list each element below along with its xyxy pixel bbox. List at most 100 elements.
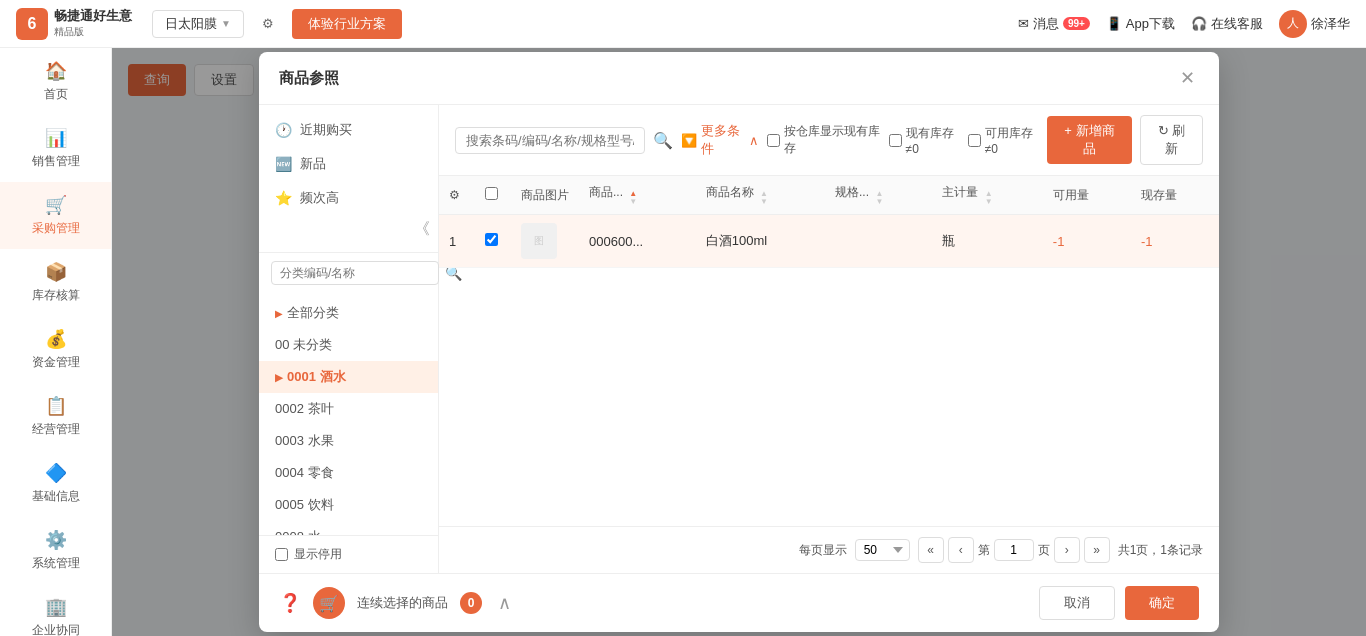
messages-button[interactable]: ✉ 消息 99+ (1018, 15, 1090, 33)
th-checkbox (475, 176, 511, 215)
category-all[interactable]: ▶ 全部分类 (259, 297, 438, 329)
star-icon: ⭐ (275, 190, 292, 206)
th-code[interactable]: 商品... ▲▼ (579, 176, 696, 215)
sidebar-item-basic[interactable]: 🔷 基础信息 (0, 450, 111, 517)
product-search-input[interactable] (455, 127, 645, 154)
category-0008[interactable]: 0008 水 (259, 521, 438, 535)
spec-sort-icon: ▲▼ (875, 190, 883, 206)
show-disabled-checkbox[interactable] (275, 548, 288, 561)
code-sort-icon: ▲▼ (629, 190, 637, 206)
first-page-button[interactable]: « (918, 537, 944, 563)
product-table-container: ⚙ 商品图片 (439, 176, 1219, 526)
enterprise-icon: 🏢 (45, 596, 67, 618)
user-profile[interactable]: 人 徐泽华 (1279, 10, 1350, 38)
usable-nonzero-checkbox-label[interactable]: 可用库存≠0 (968, 125, 1039, 156)
support-button[interactable]: 🎧 在线客服 (1191, 15, 1263, 33)
per-page-select[interactable]: 20 50 100 (855, 539, 910, 561)
product-search-icon[interactable]: 🔍 (653, 131, 673, 150)
sidebar-item-enterprise[interactable]: 🏢 企业协同 (0, 584, 111, 636)
store-selector[interactable]: 日太阳膜 ▼ (152, 10, 244, 38)
category-0001[interactable]: ▶ 0001 酒水 (259, 361, 438, 393)
user-avatar: 人 (1279, 10, 1307, 38)
cancel-button[interactable]: 取消 (1039, 586, 1115, 620)
last-page-button[interactable]: » (1084, 537, 1110, 563)
prev-page-button[interactable]: ‹ (948, 537, 974, 563)
modal-body: 🕐 近期购买 🆕 新品 ⭐ 频次高 《 (259, 105, 1219, 573)
add-product-button[interactable]: + 新增商品 (1047, 116, 1132, 164)
category-0001-expand-icon: ▶ (275, 372, 283, 383)
sidebar-item-home[interactable]: 🏠 首页 (0, 48, 111, 115)
sidebar-label-finance: 资金管理 (32, 354, 80, 371)
refresh-button[interactable]: ↻ 刷新 (1140, 115, 1203, 165)
warehouse-checkbox-label[interactable]: 按仓库显示现有库存 (767, 123, 881, 157)
category-0002[interactable]: 0002 茶叶 (259, 393, 438, 425)
cart-button[interactable]: 🛒 (313, 587, 345, 619)
category-00[interactable]: 00 未分类 (259, 329, 438, 361)
sidebar-label-inventory: 库存核算 (32, 287, 80, 304)
row-name: 白酒100ml (696, 215, 825, 268)
more-filter-button[interactable]: 🔽 更多条件 ∧ (681, 122, 759, 158)
th-name[interactable]: 商品名称 ▲▼ (696, 176, 825, 215)
total-info: 共1页，1条记录 (1118, 542, 1203, 559)
nav-recent[interactable]: 🕐 近期购买 (259, 113, 438, 147)
exp-button[interactable]: 体验行业方案 (292, 9, 402, 39)
sidebar-item-system[interactable]: ⚙️ 系统管理 (0, 517, 111, 584)
sidebar-label-home: 首页 (44, 86, 68, 103)
sidebar-label-system: 系统管理 (32, 555, 80, 572)
modal-close-button[interactable]: ✕ (1175, 66, 1199, 90)
th-stock: 现存量 (1131, 176, 1219, 215)
usable-nonzero-checkbox[interactable] (968, 134, 981, 147)
category-0005[interactable]: 0005 饮料 (259, 489, 438, 521)
nav-new[interactable]: 🆕 新品 (259, 147, 438, 181)
column-settings-icon[interactable]: ⚙ (449, 188, 460, 202)
page-input[interactable] (994, 539, 1034, 561)
store-name: 日太阳膜 (165, 15, 217, 33)
select-all-checkbox[interactable] (485, 187, 498, 200)
row-code: 000600... (579, 215, 696, 268)
unit-sort-icon: ▲▼ (985, 190, 993, 206)
sidebar-item-inventory[interactable]: 📦 库存核算 (0, 249, 111, 316)
basic-icon: 🔷 (45, 462, 67, 484)
sidebar-label-enterprise: 企业协同 (32, 622, 80, 636)
logo: 6 畅捷通好生意 精品版 (16, 8, 136, 40)
next-page-button[interactable]: › (1054, 537, 1080, 563)
category-search-input[interactable] (271, 261, 439, 285)
warehouse-checkbox[interactable] (767, 134, 780, 147)
cart-icon: 🛒 (319, 594, 339, 613)
th-spec[interactable]: 规格... ▲▼ (825, 176, 932, 215)
collapse-panel-button[interactable]: 《 (259, 215, 438, 244)
app-download-button[interactable]: 📱 App下载 (1106, 15, 1175, 33)
sidebar-item-finance[interactable]: 💰 资金管理 (0, 316, 111, 383)
sidebar-label-sales: 销售管理 (32, 153, 80, 170)
settings-icon[interactable]: ⚙ (252, 8, 284, 40)
collapse-selected-icon[interactable]: ∧ (498, 592, 511, 614)
row-available: -1 (1043, 215, 1131, 268)
left-panel: 🕐 近期购买 🆕 新品 ⭐ 频次高 《 (259, 105, 439, 573)
show-disabled-label[interactable]: 显示停用 (294, 546, 342, 563)
sidebar: 🏠 首页 📊 销售管理 🛒 采购管理 📦 库存核算 💰 资金管理 📋 经营管理 … (0, 48, 112, 636)
th-name-label: 商品名称 (706, 185, 754, 199)
nav-frequent[interactable]: ⭐ 频次高 (259, 181, 438, 215)
row-spec (825, 215, 932, 268)
th-settings[interactable]: ⚙ (439, 176, 475, 215)
category-0005-label: 0005 饮料 (275, 496, 334, 514)
sidebar-item-purchase[interactable]: 🛒 采购管理 (0, 182, 111, 249)
new-icon: 🆕 (275, 156, 292, 172)
row-checkbox[interactable] (485, 233, 498, 246)
row-img-cell: 图 (511, 215, 579, 268)
available-nonzero-checkbox-label[interactable]: 现有库存≠0 (889, 125, 960, 156)
selected-label: 连续选择的商品 (357, 594, 448, 612)
sidebar-item-ops[interactable]: 📋 经营管理 (0, 383, 111, 450)
available-nonzero-checkbox[interactable] (889, 134, 902, 147)
row-checkbox-cell[interactable] (475, 215, 511, 268)
ops-icon: 📋 (45, 395, 67, 417)
table-row[interactable]: 1 图 (439, 215, 1219, 268)
th-unit[interactable]: 主计量 ▲▼ (932, 176, 1042, 215)
category-0003[interactable]: 0003 水果 (259, 425, 438, 457)
category-0004[interactable]: 0004 零食 (259, 457, 438, 489)
filter-icon: 🔽 (681, 133, 697, 148)
confirm-button[interactable]: 确定 (1125, 586, 1199, 620)
pagination-bar: 每页显示 20 50 100 « ‹ 第 页 (439, 526, 1219, 573)
help-icon[interactable]: ❓ (279, 592, 301, 614)
sidebar-item-sales[interactable]: 📊 销售管理 (0, 115, 111, 182)
